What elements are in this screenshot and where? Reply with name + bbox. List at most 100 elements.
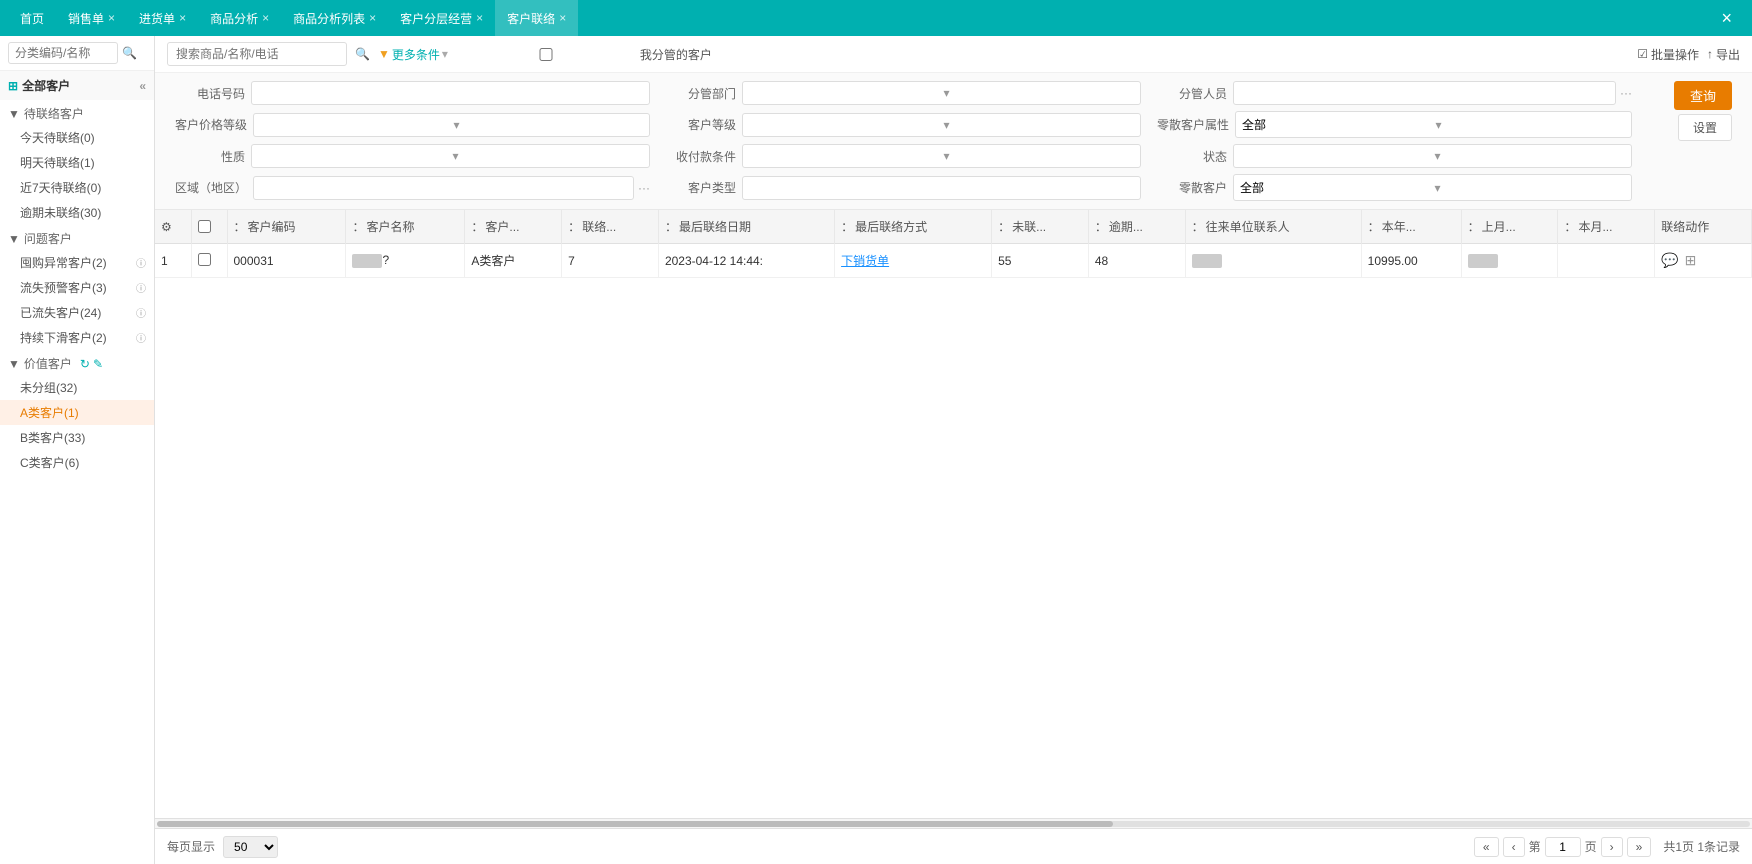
batch-op-button[interactable]: ☑ 批量操作 — [1637, 46, 1699, 63]
sidebar-item-churned[interactable]: 已流失客户(24) ⓘ — [0, 300, 154, 325]
per-page-select[interactable]: 50 100 200 — [223, 836, 278, 858]
status-select[interactable]: ▾ — [1233, 144, 1632, 168]
page-input[interactable] — [1545, 837, 1581, 857]
payment-select[interactable]: ▾ — [742, 144, 1141, 168]
info-icon-1: ⓘ — [136, 255, 146, 270]
phone-input[interactable] — [251, 81, 650, 105]
retail-customer-select[interactable]: 全部 ▾ — [1233, 174, 1632, 201]
refresh-icon[interactable]: ↻ — [80, 357, 90, 371]
export-button[interactable]: ↑ 导出 — [1707, 46, 1740, 63]
sidebar-item-tomorrow-label: 明天待联络(1) — [20, 154, 95, 171]
contact-method-link[interactable]: 下销货单 — [841, 254, 889, 268]
filter-bar: 🔍 ▼ 更多条件 ▾ 我分管的客户 ☑ 批量操作 ↑ 导出 — [155, 36, 1752, 73]
dept-select[interactable]: ▾ — [742, 81, 1141, 105]
sidebar-item-7days[interactable]: 近7天待联络(0) — [0, 175, 154, 200]
sidebar-search-icon[interactable]: 🔍 — [122, 46, 137, 60]
th-last-month-sort: ： — [1468, 218, 1480, 235]
select-all-checkbox[interactable] — [198, 220, 211, 233]
settings-button[interactable]: 设置 — [1678, 114, 1732, 141]
nav-tab-analysis-label: 商品分析 — [210, 10, 258, 27]
more-filter-button[interactable]: ▼ 更多条件 ▾ — [378, 46, 448, 63]
sidebar-search-container: 🔍 — [0, 36, 154, 71]
nav-tab-analysis-close[interactable]: × — [262, 11, 269, 25]
problem-group-label: 问题客户 — [24, 230, 72, 247]
my-customer-checkbox-label[interactable]: 我分管的客户 — [456, 46, 712, 63]
prev-page-btn[interactable]: ‹ — [1503, 837, 1525, 857]
sidebar-group-pending: ▼ 待联络客户 — [0, 100, 154, 125]
retail-attr-arrow: ▾ — [1436, 118, 1626, 132]
nav-tab-analysis-list[interactable]: 商品分析列表 × — [281, 0, 388, 36]
search-input[interactable] — [167, 42, 347, 66]
td-customer-name: ? — [346, 244, 465, 278]
retail-customer-arrow: ▾ — [1435, 181, 1626, 195]
sidebar-item-unclassified[interactable]: 未分组(32) — [0, 375, 154, 400]
window-close-btn[interactable]: × — [1709, 8, 1744, 29]
nav-tab-customer-tier-close[interactable]: × — [476, 11, 483, 25]
sidebar-item-declining[interactable]: 持续下滑客户(2) ⓘ — [0, 325, 154, 350]
td-actions: 💬 ⊞ — [1655, 244, 1752, 278]
th-customer-name-sort: ： — [352, 218, 364, 235]
nav-tab-analysis-list-close[interactable]: × — [369, 11, 376, 25]
nav-tab-customer-tier[interactable]: 客户分层经营 × — [388, 0, 495, 36]
filter-cell-payment: 收付款条件 ▾ — [658, 144, 1149, 168]
manager-dots[interactable]: ··· — [1620, 86, 1632, 100]
info-icon-3: ⓘ — [136, 305, 146, 320]
filter-cell-dept: 分管部门 ▾ — [658, 81, 1149, 105]
th-last-contact-method: ： 最后联络方式 — [835, 210, 992, 244]
sidebar-item-c-class-label: C类客户(6) — [20, 454, 79, 471]
sidebar-item-today-label: 今天待联络(0) — [20, 129, 95, 146]
toolbar-right: ☑ 批量操作 ↑ 导出 — [1637, 46, 1740, 63]
chat-action-btn[interactable]: 💬 — [1661, 252, 1678, 269]
qr-action-btn[interactable]: ⊞ — [1685, 252, 1697, 269]
price-level-select[interactable]: ▾ — [253, 113, 650, 137]
settings-icon[interactable]: ⚙ — [161, 220, 172, 234]
sidebar-item-declining-label: 持续下滑客户(2) — [20, 329, 107, 346]
nav-tab-customer-contact-close[interactable]: × — [559, 11, 566, 25]
edit-icon[interactable]: ✎ — [93, 357, 103, 371]
price-level-label: 客户价格等级 — [175, 116, 247, 133]
sidebar-item-hoarder-label: 囤购异常客户(2) — [20, 254, 107, 271]
sidebar-all-customers[interactable]: ⊞ 全部客户 « — [0, 71, 154, 100]
nav-home[interactable]: 首页 — [8, 0, 56, 36]
customer-level-label: 客户等级 — [666, 116, 736, 133]
customer-level-select[interactable]: ▾ — [742, 113, 1141, 137]
pending-group-label: 待联络客户 — [24, 105, 84, 122]
region-input[interactable] — [253, 176, 634, 200]
sidebar-item-overdue[interactable]: 逾期未联络(30) — [0, 200, 154, 225]
nav-tab-analysis[interactable]: 商品分析 × — [198, 0, 281, 36]
sidebar-item-c-class[interactable]: C类客户(6) — [0, 450, 154, 475]
query-button[interactable]: 查询 — [1674, 81, 1732, 110]
last-page-btn[interactable]: » — [1627, 837, 1652, 857]
export-icon: ↑ — [1707, 47, 1713, 61]
retail-attr-select[interactable]: 全部 ▾ — [1235, 111, 1632, 138]
search-button[interactable]: 🔍 — [355, 47, 370, 61]
nav-tab-purchase[interactable]: 进货单 × — [127, 0, 198, 36]
nav-tab-sales-close[interactable]: × — [108, 11, 115, 25]
nav-tab-sales[interactable]: 销售单 × — [56, 0, 127, 36]
td-contact-count: 7 — [562, 244, 659, 278]
sidebar-item-churn-warning[interactable]: 流失预警客户(3) ⓘ — [0, 275, 154, 300]
sidebar-item-hoarder[interactable]: 囤购异常客户(2) ⓘ — [0, 250, 154, 275]
filter-cell-customer-type: 客户类型 — [658, 176, 1149, 200]
sidebar-item-a-class[interactable]: A类客户(1) — [0, 400, 154, 425]
retail-customer-value: 全部 — [1240, 179, 1431, 196]
my-customer-checkbox[interactable] — [456, 48, 636, 61]
sidebar-item-tomorrow[interactable]: 明天待联络(1) — [0, 150, 154, 175]
horizontal-scrollbar[interactable] — [155, 818, 1752, 828]
nav-tab-customer-contact[interactable]: 客户联络 × — [495, 0, 578, 36]
top-navigation: 首页 销售单 × 进货单 × 商品分析 × 商品分析列表 × 客户分层经营 × … — [0, 0, 1752, 36]
sidebar-item-today[interactable]: 今天待联络(0) — [0, 125, 154, 150]
filter-row-2: 客户价格等级 ▾ 客户等级 ▾ — [167, 111, 1640, 138]
first-page-btn[interactable]: « — [1474, 837, 1499, 857]
manager-input[interactable] — [1233, 81, 1616, 105]
total-info: 共1页 1条记录 — [1663, 838, 1740, 855]
next-page-btn[interactable]: › — [1601, 837, 1623, 857]
sidebar-search-input[interactable] — [8, 42, 118, 64]
row-checkbox[interactable] — [198, 253, 211, 266]
nav-tab-purchase-close[interactable]: × — [179, 11, 186, 25]
nature-select[interactable]: ▾ — [251, 144, 650, 168]
customer-type-input[interactable] — [742, 176, 1141, 200]
th-overdue-days-sort: ： — [1095, 218, 1107, 235]
sidebar-item-b-class[interactable]: B类客户(33) — [0, 425, 154, 450]
region-dots[interactable]: ··· — [638, 181, 650, 195]
